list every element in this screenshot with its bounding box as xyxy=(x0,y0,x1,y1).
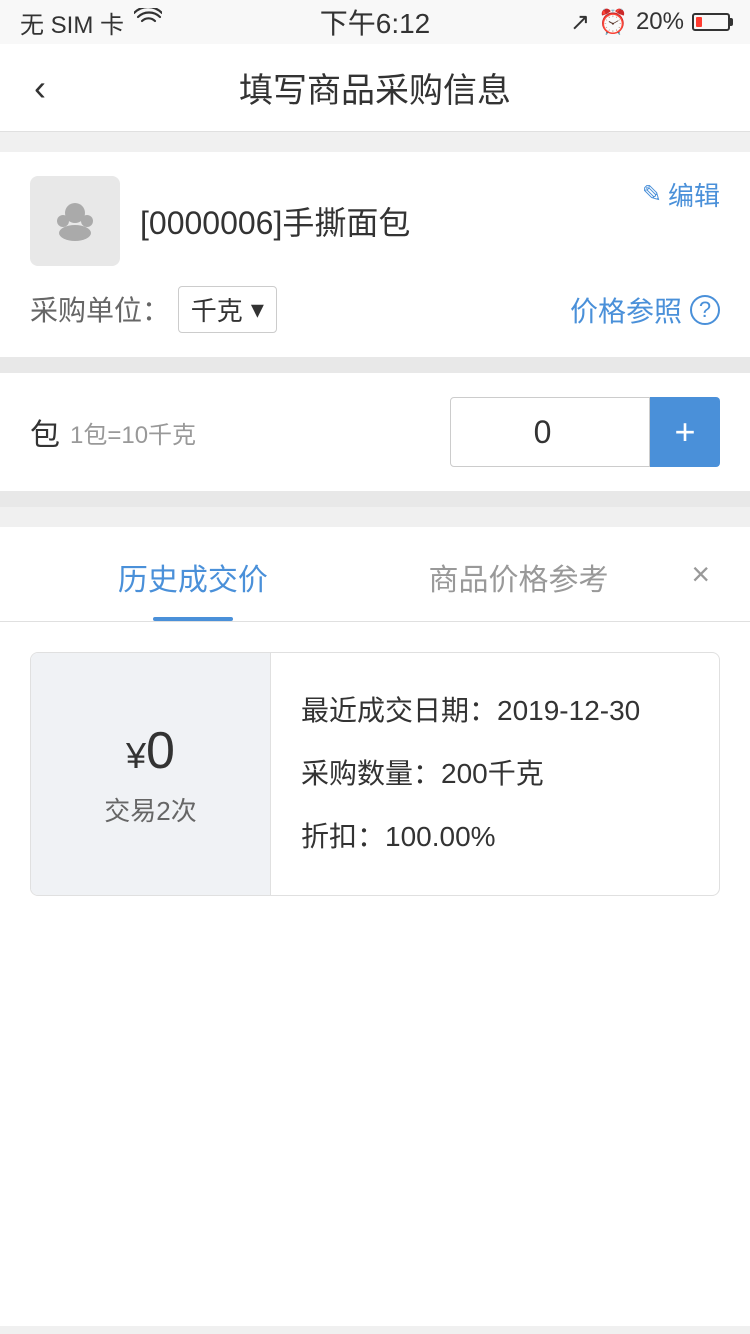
price-ref-label: 价格参照 xyxy=(570,290,682,330)
product-section: [0000006]手撕面包 ✎ 编辑 采购单位： 千克 ▾ 价格参照 ? xyxy=(0,152,750,357)
unit-label: 采购单位： xyxy=(30,295,170,326)
tab2-label: 商品价格参考 xyxy=(428,564,608,597)
quantity-plus-button[interactable]: + xyxy=(650,397,720,467)
discount-label: 折扣： xyxy=(301,821,385,852)
unit-name: 包 xyxy=(30,410,60,454)
tab-underline xyxy=(153,617,233,621)
recent-date-row: 最近成交日期：2019-12-30 xyxy=(301,689,689,734)
battery-percent: 20% xyxy=(636,8,684,36)
history-left: ¥0 交易2次 xyxy=(31,653,271,895)
quantity-label: 包 1包=10千克 xyxy=(30,410,196,454)
quantity-control: + xyxy=(450,397,720,467)
product-header: [0000006]手撕面包 ✎ 编辑 xyxy=(30,176,720,266)
status-left: 无 SIM 卡 xyxy=(20,5,162,40)
tab-history-price[interactable]: 历史成交价 xyxy=(30,527,356,621)
history-price: ¥0 xyxy=(126,721,175,781)
recent-date-value: 2019-12-30 xyxy=(497,695,640,726)
history-trades: 交易2次 xyxy=(104,791,196,828)
purchase-quantity-row: 采购数量：200千克 xyxy=(301,752,689,797)
quantity-input[interactable] xyxy=(450,397,650,467)
quantity-detail-value: 200千克 xyxy=(441,758,544,789)
edit-icon: ✎ xyxy=(642,180,662,209)
product-image xyxy=(30,176,120,266)
alarm-icon: ⏰ xyxy=(598,8,628,37)
location-icon: ↗ xyxy=(570,8,590,37)
nav-bar: ‹ 填写商品采购信息 xyxy=(0,44,750,132)
battery-icon xyxy=(692,13,730,31)
discount-value: 100.00% xyxy=(385,821,496,852)
quantity-detail-label: 采购数量： xyxy=(301,758,441,789)
status-right: ↗ ⏰ 20% xyxy=(570,8,730,37)
tab-price-reference[interactable]: 商品价格参考 xyxy=(356,527,682,621)
unit-arrow: ▾ xyxy=(251,294,264,325)
quantity-row: 包 1包=10千克 + xyxy=(0,373,750,491)
price-symbol: ¥ xyxy=(126,735,146,776)
status-bar: 无 SIM 卡 下午6:12 ↗ ⏰ 20% xyxy=(0,0,750,44)
tabs-close-button[interactable]: × xyxy=(681,546,720,603)
product-left: [0000006]手撕面包 xyxy=(30,176,410,266)
section-divider-2 xyxy=(0,491,750,507)
edit-button[interactable]: ✎ 编辑 xyxy=(642,176,720,213)
help-icon: ? xyxy=(690,295,720,325)
unit-area: 采购单位： 千克 ▾ xyxy=(30,286,277,333)
product-name: [0000006]手撕面包 xyxy=(140,198,410,244)
history-card: ¥0 交易2次 最近成交日期：2019-12-30 采购数量：200千克 折扣：… xyxy=(30,652,720,896)
tabs-section: 历史成交价 商品价格参考 × ¥0 交易2次 最近成交日期：2019-12-30… xyxy=(0,527,750,926)
empty-space xyxy=(0,926,750,1326)
tabs-header: 历史成交价 商品价格参考 × xyxy=(0,527,750,622)
section-divider xyxy=(0,357,750,373)
page-title: 填写商品采购信息 xyxy=(239,63,511,112)
wifi-icon xyxy=(134,8,162,37)
status-time: 下午6:12 xyxy=(320,2,431,42)
price-ref-button[interactable]: 价格参照 ? xyxy=(570,290,720,330)
unit-value: 千克 xyxy=(191,291,243,328)
back-button[interactable]: ‹ xyxy=(24,57,56,119)
edit-label: 编辑 xyxy=(668,176,720,213)
price-value: 0 xyxy=(146,722,175,780)
product-unit-row: 采购单位： 千克 ▾ 价格参照 ? xyxy=(30,286,720,333)
tab1-label: 历史成交价 xyxy=(118,564,268,597)
discount-row: 折扣：100.00% xyxy=(301,815,689,860)
recent-date-label: 最近成交日期： xyxy=(301,695,497,726)
history-right: 最近成交日期：2019-12-30 采购数量：200千克 折扣：100.00% xyxy=(271,653,719,895)
unit-hint: 1包=10千克 xyxy=(70,415,196,450)
unit-select[interactable]: 千克 ▾ xyxy=(178,286,277,333)
tab-content: ¥0 交易2次 最近成交日期：2019-12-30 采购数量：200千克 折扣：… xyxy=(0,622,750,926)
carrier-text: 无 SIM 卡 xyxy=(20,5,124,40)
